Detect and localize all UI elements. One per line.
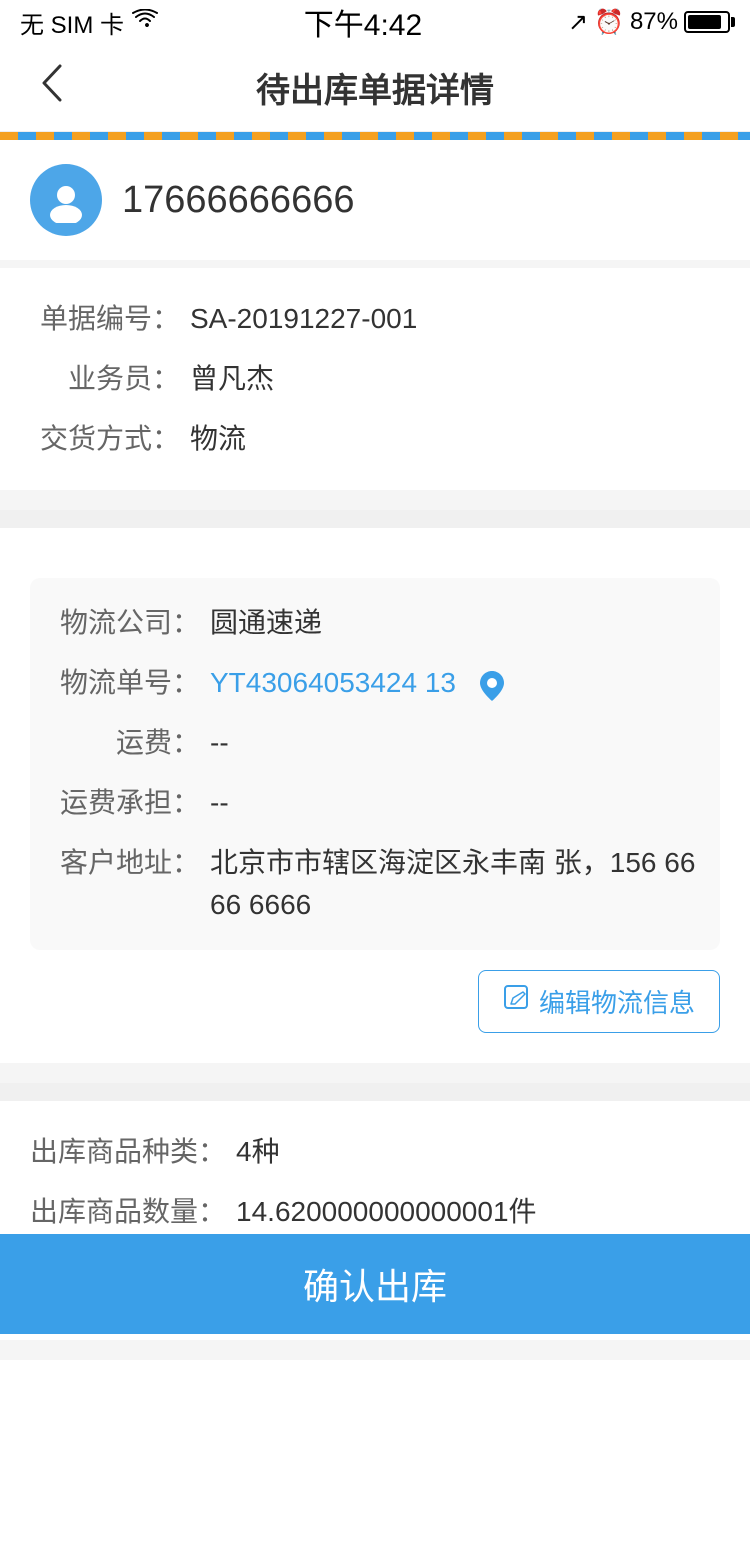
category-value: 4种 bbox=[236, 1131, 720, 1173]
logistics-tracking-row: 物流单号： YT43064053424 13 bbox=[50, 662, 700, 704]
status-left: 无 SIM 卡 bbox=[20, 5, 158, 40]
wifi-icon bbox=[132, 8, 158, 36]
quantity-label: 出库商品数量： bbox=[30, 1191, 236, 1233]
delivery-method-row: 交货方式： 物流 bbox=[30, 418, 720, 460]
logistics-company-row: 物流公司： 圆通速递 bbox=[50, 602, 700, 644]
basic-info-section: 单据编号： SA-20191227-001 业务员： 曾凡杰 交货方式： 物流 bbox=[0, 268, 750, 490]
category-row: 出库商品种类： 4种 bbox=[30, 1131, 720, 1173]
logistics-company-value: 圆通速递 bbox=[210, 602, 700, 644]
status-time: 下午4:42 bbox=[304, 0, 422, 44]
back-button[interactable] bbox=[30, 54, 72, 121]
page-title: 待出库单据详情 bbox=[256, 63, 494, 112]
alarm-icon: ⏰ bbox=[594, 8, 624, 37]
nav-bar: 待出库单据详情 bbox=[0, 44, 750, 132]
address-value: 北京市市辖区海淀区永丰南 张，156 6666 6666 bbox=[210, 842, 700, 926]
edit-logistics-label: 编辑物流信息 bbox=[539, 983, 695, 1020]
battery-icon bbox=[684, 11, 730, 33]
battery-percent: 87% bbox=[630, 8, 678, 36]
user-header: 17666666666 bbox=[0, 140, 750, 268]
freight-bearer-value: -- bbox=[210, 782, 700, 824]
logistics-section: 物流公司： 圆通速递 物流单号： YT43064053424 13 运费： --… bbox=[0, 528, 750, 1063]
address-row: 客户地址： 北京市市辖区海淀区永丰南 张，156 6666 6666 bbox=[50, 842, 700, 926]
edit-icon bbox=[503, 984, 531, 1019]
delivery-method-label: 交货方式： bbox=[30, 418, 190, 460]
category-label: 出库商品种类： bbox=[30, 1131, 236, 1173]
logistics-company-label: 物流公司： bbox=[50, 602, 210, 644]
delivery-method-value: 物流 bbox=[190, 418, 720, 460]
map-location-icon[interactable] bbox=[474, 667, 510, 703]
logistics-tracking-value: YT43064053424 13 bbox=[210, 662, 700, 704]
user-phone: 17666666666 bbox=[122, 179, 354, 222]
quantity-value: 14.620000000000001件 bbox=[236, 1191, 720, 1233]
freight-label: 运费： bbox=[50, 722, 210, 764]
edit-logistics-button[interactable]: 编辑物流信息 bbox=[478, 970, 720, 1033]
avatar bbox=[30, 164, 102, 236]
status-bar: 无 SIM 卡 下午4:42 ↗ ⏰ 87% bbox=[0, 0, 750, 44]
section-separator-2 bbox=[0, 1083, 750, 1101]
freight-bearer-row: 运费承担： -- bbox=[50, 782, 700, 824]
order-number-row: 单据编号： SA-20191227-001 bbox=[30, 298, 720, 340]
freight-value: -- bbox=[210, 722, 700, 764]
freight-row: 运费： -- bbox=[50, 722, 700, 764]
freight-bearer-label: 运费承担： bbox=[50, 782, 210, 824]
sales-person-value: 曾凡杰 bbox=[190, 358, 720, 400]
edit-logistics-btn-row: 编辑物流信息 bbox=[30, 970, 720, 1033]
carrier-label: 无 SIM 卡 bbox=[20, 5, 124, 40]
bottom-spacer bbox=[0, 1360, 750, 1560]
confirm-button-bar[interactable]: 确认出库 bbox=[0, 1234, 750, 1334]
section-separator-1 bbox=[0, 510, 750, 528]
confirm-btn-label: 确认出库 bbox=[303, 1258, 447, 1310]
status-right: ↗ ⏰ 87% bbox=[568, 8, 730, 37]
order-number-label: 单据编号： bbox=[30, 298, 190, 340]
address-label: 客户地址： bbox=[50, 842, 210, 884]
quantity-row: 出库商品数量： 14.620000000000001件 bbox=[30, 1191, 720, 1233]
decorative-dashed-border bbox=[0, 132, 750, 140]
logistics-tracking-label: 物流单号： bbox=[50, 662, 210, 704]
sales-person-label: 业务员： bbox=[30, 358, 190, 400]
location-status-icon: ↗ bbox=[568, 8, 588, 37]
logistics-card: 物流公司： 圆通速递 物流单号： YT43064053424 13 运费： --… bbox=[30, 578, 720, 950]
order-number-value: SA-20191227-001 bbox=[190, 298, 720, 340]
sales-person-row: 业务员： 曾凡杰 bbox=[30, 358, 720, 400]
